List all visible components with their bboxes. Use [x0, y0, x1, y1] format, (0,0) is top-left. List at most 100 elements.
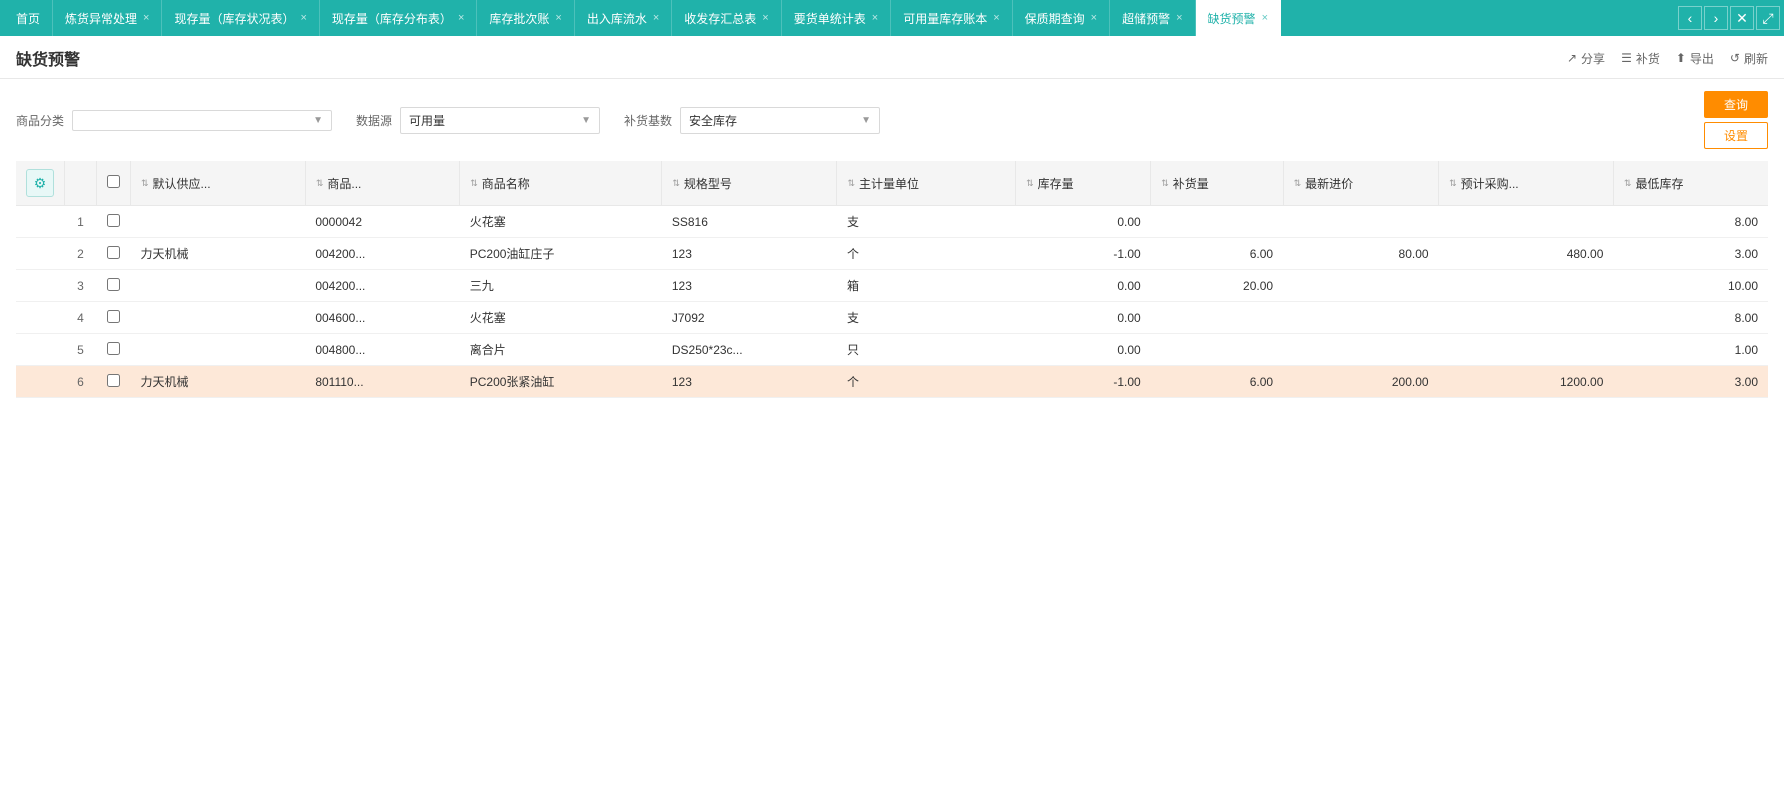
- row-checkbox[interactable]: [107, 278, 120, 291]
- row-checkbox-cell[interactable]: [97, 302, 131, 334]
- row-unit: 箱: [837, 270, 1016, 302]
- row-min-stock: 3.00: [1613, 366, 1768, 398]
- tab-expiry-close[interactable]: ×: [1091, 12, 1097, 24]
- row-est-purchase: [1439, 302, 1614, 334]
- replenish-button[interactable]: ☰ 补货: [1621, 50, 1660, 67]
- page-header: 缺货预警 ↗ 分享 ☰ 补货 ⬆ 导出 ↺ 刷新: [0, 36, 1784, 79]
- th-price[interactable]: ⇅ 最新进价: [1283, 161, 1439, 206]
- th-unit[interactable]: ⇅ 主计量单位: [837, 161, 1016, 206]
- tab-recv-close[interactable]: ×: [762, 12, 768, 24]
- tab-avail-ledger[interactable]: 可用量库存账本 ×: [891, 0, 1012, 36]
- tab-batch[interactable]: 库存批次账 ×: [477, 0, 574, 36]
- sort-icon-purchase: ⇅: [1449, 178, 1457, 189]
- tab-stock-status[interactable]: 现存量（库存状况表） ×: [162, 0, 319, 36]
- tab-overstock[interactable]: 超储预警 ×: [1110, 0, 1195, 36]
- tab-close-all-button[interactable]: ✕: [1730, 6, 1754, 30]
- th-replen-sortable: ⇅ 补货量: [1161, 175, 1272, 192]
- settings-button[interactable]: 设置: [1704, 122, 1768, 149]
- row-gear-cell: [16, 238, 65, 270]
- category-select[interactable]: ▼: [72, 110, 332, 131]
- refresh-icon: ↺: [1730, 51, 1740, 65]
- tab-expand-button[interactable]: ⤢: [1756, 6, 1780, 30]
- row-supplier: [131, 270, 306, 302]
- row-checkbox-cell[interactable]: [97, 206, 131, 238]
- row-min-stock: 10.00: [1613, 270, 1768, 302]
- row-unit: 支: [837, 206, 1016, 238]
- th-code[interactable]: ⇅ 商品...: [305, 161, 459, 206]
- tab-abnormal-close[interactable]: ×: [143, 12, 149, 24]
- replen-base-select[interactable]: 安全库存 ▼: [680, 107, 880, 134]
- th-supplier[interactable]: ⇅ 默认供应...: [131, 161, 306, 206]
- row-checkbox[interactable]: [107, 374, 120, 387]
- column-settings-button[interactable]: ⚙: [26, 169, 54, 197]
- row-supplier: 力天机械: [131, 238, 306, 270]
- sort-icon-supplier: ⇅: [141, 178, 149, 189]
- tab-stock-status-close[interactable]: ×: [300, 12, 306, 24]
- tab-stock-dist-close[interactable]: ×: [458, 12, 464, 24]
- tab-inout[interactable]: 出入库流水 ×: [575, 0, 672, 36]
- row-checkbox[interactable]: [107, 214, 120, 227]
- row-min-stock: 1.00: [1613, 334, 1768, 366]
- refresh-label: 刷新: [1744, 50, 1768, 67]
- share-button[interactable]: ↗ 分享: [1567, 50, 1605, 67]
- export-button[interactable]: ⬆ 导出: [1676, 50, 1714, 67]
- row-est-purchase: [1439, 206, 1614, 238]
- replen-base-select-value: 安全库存: [689, 112, 853, 129]
- tab-recv[interactable]: 收发存汇总表 ×: [672, 0, 781, 36]
- tab-home[interactable]: 首页: [4, 0, 53, 36]
- replen-base-filter-group: 补货基数 安全库存 ▼: [624, 107, 880, 134]
- row-checkbox[interactable]: [107, 342, 120, 355]
- th-stock[interactable]: ⇅ 库存量: [1016, 161, 1151, 206]
- tab-abnormal[interactable]: 炼货异常处理 ×: [53, 0, 162, 36]
- query-button[interactable]: 查询: [1704, 91, 1768, 118]
- row-index: 1: [65, 206, 97, 238]
- tab-inout-close[interactable]: ×: [653, 12, 659, 24]
- th-minstk[interactable]: ⇅ 最低库存: [1613, 161, 1768, 206]
- tab-order-stat[interactable]: 要货单统计表 ×: [782, 0, 891, 36]
- row-replen: [1151, 334, 1283, 366]
- tab-next-button[interactable]: ›: [1704, 6, 1728, 30]
- main-content: 缺货预警 ↗ 分享 ☰ 补货 ⬆ 导出 ↺ 刷新 商品分类: [0, 36, 1784, 796]
- data-table: ⚙ ⇅ 默认供应... ⇅ 商: [16, 161, 1768, 398]
- tab-overstock-close[interactable]: ×: [1176, 12, 1182, 24]
- row-code: 004200...: [305, 238, 459, 270]
- tab-prev-button[interactable]: ‹: [1678, 6, 1702, 30]
- row-checkbox[interactable]: [107, 246, 120, 259]
- th-replen[interactable]: ⇅ 补货量: [1151, 161, 1283, 206]
- row-checkbox-cell[interactable]: [97, 366, 131, 398]
- refresh-button[interactable]: ↺ 刷新: [1730, 50, 1768, 67]
- th-spec[interactable]: ⇅ 规格型号: [662, 161, 837, 206]
- row-replen: 20.00: [1151, 270, 1283, 302]
- row-name: 火花塞: [460, 302, 662, 334]
- datasource-filter-group: 数据源 可用量 ▼: [356, 107, 600, 134]
- sort-icon-name: ⇅: [470, 178, 478, 189]
- row-checkbox-cell[interactable]: [97, 334, 131, 366]
- datasource-label: 数据源: [356, 112, 392, 129]
- row-checkbox-cell[interactable]: [97, 270, 131, 302]
- row-supplier: [131, 206, 306, 238]
- select-all-checkbox[interactable]: [107, 175, 120, 188]
- row-checkbox-cell[interactable]: [97, 238, 131, 270]
- sort-icon-price: ⇅: [1294, 178, 1302, 189]
- table-row: 1 0000042 火花塞 SS816 支 0.00 8.00: [16, 206, 1768, 238]
- row-checkbox[interactable]: [107, 310, 120, 323]
- th-name[interactable]: ⇅ 商品名称: [460, 161, 662, 206]
- th-purchase[interactable]: ⇅ 预计采购...: [1439, 161, 1614, 206]
- tab-shortage-close[interactable]: ×: [1262, 12, 1268, 24]
- row-index: 4: [65, 302, 97, 334]
- row-index: 2: [65, 238, 97, 270]
- tab-batch-close[interactable]: ×: [555, 12, 561, 24]
- tab-stock-dist[interactable]: 现存量（库存分布表） ×: [320, 0, 477, 36]
- tab-shortage[interactable]: 缺货预警 ×: [1196, 0, 1281, 36]
- row-est-purchase: 480.00: [1439, 238, 1614, 270]
- row-code: 004600...: [305, 302, 459, 334]
- row-code: 0000042: [305, 206, 459, 238]
- category-dropdown-icon: ▼: [313, 115, 323, 126]
- tab-order-stat-close[interactable]: ×: [872, 12, 878, 24]
- tab-expiry[interactable]: 保质期查询 ×: [1013, 0, 1110, 36]
- table-row: 4 004600... 火花塞 J7092 支 0.00 8.00: [16, 302, 1768, 334]
- row-index: 6: [65, 366, 97, 398]
- datasource-select[interactable]: 可用量 ▼: [400, 107, 600, 134]
- row-supplier: [131, 334, 306, 366]
- tab-avail-ledger-close[interactable]: ×: [993, 12, 999, 24]
